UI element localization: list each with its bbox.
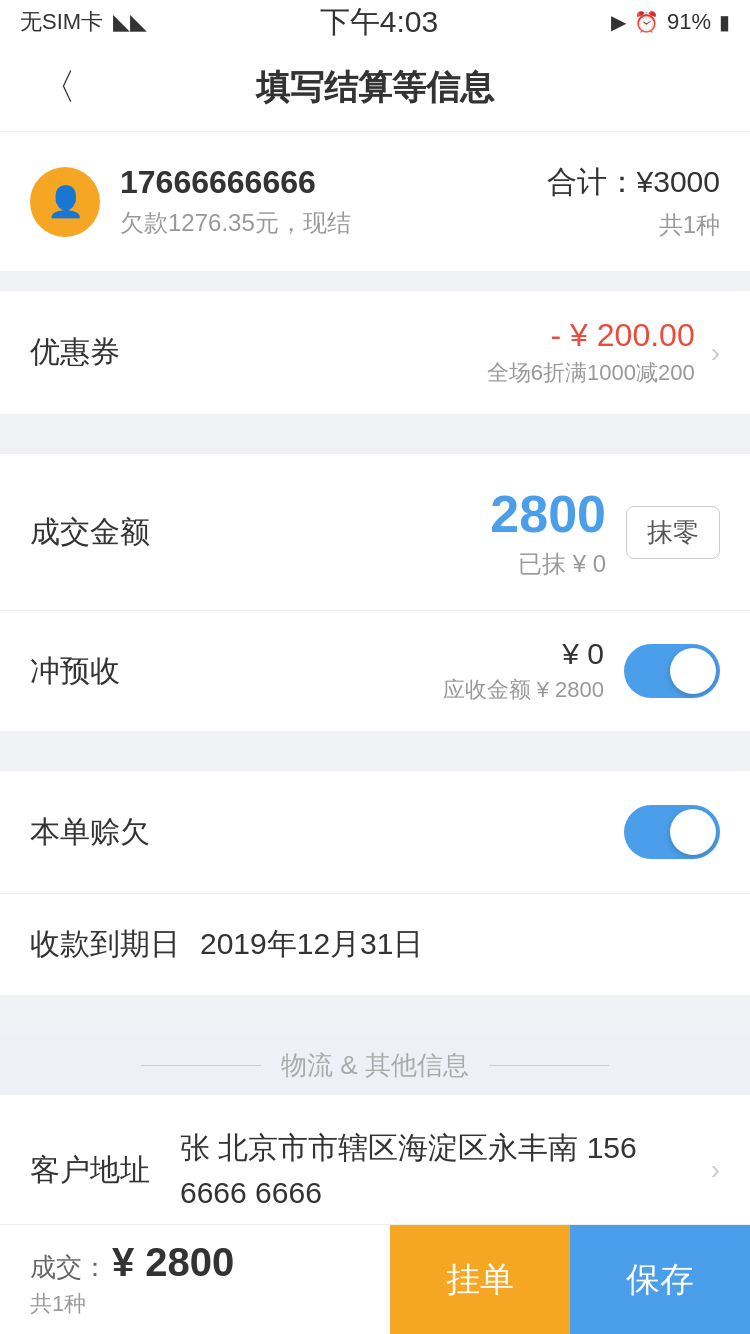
bill-debt-label: 本单赊欠 <box>30 812 150 853</box>
content: 👤 17666666666 欠款1276.35元，现结 合计：¥3000 共1种… <box>0 132 750 1334</box>
total-count: 共1种 <box>547 209 720 241</box>
logistics-divider: 物流 & 其他信息 <box>0 1035 750 1095</box>
bottom-count: 共1种 <box>30 1289 360 1319</box>
amount-number: 2800 <box>490 484 606 544</box>
status-time: 下午4:03 <box>320 2 438 43</box>
separator-1 <box>0 434 750 454</box>
prepay-value-wrap: ¥ 0 应收金额 ¥ 2800 <box>443 637 604 705</box>
customer-left: 👤 17666666666 欠款1276.35元，现结 <box>30 164 351 239</box>
logistics-line-right <box>489 1065 609 1066</box>
wifi-icon: ◣◣ <box>113 9 147 35</box>
sim-label: 无SIM卡 <box>20 7 103 37</box>
bill-row: 本单赊欠 <box>0 771 750 893</box>
customer-card: 👤 17666666666 欠款1276.35元，现结 合计：¥3000 共1种 <box>0 132 750 271</box>
avatar: 👤 <box>30 167 100 237</box>
page-title: 填写结算等信息 <box>256 65 494 111</box>
hang-button[interactable]: 挂单 <box>390 1225 570 1335</box>
discount-label: 优惠券 <box>30 332 120 373</box>
battery-label: 91% <box>667 9 711 35</box>
chevron-right-icon: › <box>711 337 720 369</box>
address-chevron-icon: › <box>711 1154 720 1186</box>
prepay-right: ¥ 0 应收金额 ¥ 2800 <box>443 637 720 705</box>
address-value: 张 北京市市辖区海淀区永丰南 156 6666 6666 <box>180 1125 695 1215</box>
logistics-line-left <box>141 1065 261 1066</box>
amount-section: 成交金额 2800 已抹 ¥ 0 抹零 冲预收 ¥ 0 应收金额 ¥ 2800 <box>0 454 750 731</box>
amount-label: 成交金额 <box>30 512 150 553</box>
amount-row: 成交金额 2800 已抹 ¥ 0 抹零 <box>0 454 750 610</box>
discount-right: - ¥ 200.00 全场6折满1000减200 › <box>487 317 720 388</box>
address-label: 客户地址 <box>30 1150 150 1191</box>
discount-section: 优惠券 - ¥ 200.00 全场6折满1000减200 › <box>0 291 750 414</box>
duedate-row: 收款到期日 2019年12月31日 <box>0 893 750 995</box>
duedate-label: 收款到期日 <box>30 924 180 965</box>
status-bar: 无SIM卡 ◣◣ 下午4:03 ▶ ⏰ 91% ▮ <box>0 0 750 44</box>
bottom-deal-label: 成交： <box>30 1250 108 1285</box>
separator-2 <box>0 751 750 771</box>
separator-3 <box>0 1015 750 1035</box>
customer-debt: 欠款1276.35元，现结 <box>120 207 351 239</box>
prepay-sub: 应收金额 ¥ 2800 <box>443 675 604 705</box>
discount-amount: - ¥ 200.00 <box>487 317 695 354</box>
toggle-knob <box>670 648 716 694</box>
amount-sub: 已抹 ¥ 0 <box>490 548 606 580</box>
bill-toggle-knob <box>670 809 716 855</box>
logistics-text: 物流 & 其他信息 <box>141 1048 609 1083</box>
prepay-label: 冲预收 <box>30 651 120 692</box>
save-button[interactable]: 保存 <box>570 1225 750 1335</box>
total-amount: 合计：¥3000 <box>547 162 720 203</box>
location-icon: ▶ <box>611 10 626 34</box>
status-left: 无SIM卡 ◣◣ <box>20 7 147 37</box>
duedate-value: 2019年12月31日 <box>200 924 423 965</box>
battery-icon: ▮ <box>719 10 730 34</box>
discount-row[interactable]: 优惠券 - ¥ 200.00 全场6折满1000减200 › <box>0 291 750 414</box>
prepay-row: 冲预收 ¥ 0 应收金额 ¥ 2800 <box>0 610 750 731</box>
alarm-icon: ⏰ <box>634 10 659 34</box>
nav-bar: 〈 填写结算等信息 <box>0 44 750 132</box>
back-button[interactable]: 〈 <box>30 53 86 122</box>
customer-info: 17666666666 欠款1276.35元，现结 <box>120 164 351 239</box>
bill-debt-section: 本单赊欠 收款到期日 2019年12月31日 <box>0 771 750 995</box>
bottom-bar: 成交： ¥ 2800 共1种 挂单 保存 <box>0 1224 750 1334</box>
status-right: ▶ ⏰ 91% ▮ <box>611 9 730 35</box>
amount-value-wrap: 2800 已抹 ¥ 0 抹零 <box>490 484 720 580</box>
bottom-info: 成交： ¥ 2800 共1种 <box>0 1240 390 1319</box>
discount-desc: 全场6折满1000减200 <box>487 358 695 388</box>
prepay-value: ¥ 0 <box>443 637 604 671</box>
customer-phone: 17666666666 <box>120 164 351 201</box>
customer-right: 合计：¥3000 共1种 <box>547 162 720 241</box>
address-row[interactable]: 客户地址 张 北京市市辖区海淀区永丰南 156 6666 6666 › <box>0 1095 750 1245</box>
round-button[interactable]: 抹零 <box>626 506 720 559</box>
avatar-icon: 👤 <box>47 184 84 219</box>
logistics-label: 物流 & 其他信息 <box>281 1048 469 1083</box>
bill-debt-toggle[interactable] <box>624 805 720 859</box>
prepay-toggle[interactable] <box>624 644 720 698</box>
bottom-amount: ¥ 2800 <box>112 1240 234 1285</box>
